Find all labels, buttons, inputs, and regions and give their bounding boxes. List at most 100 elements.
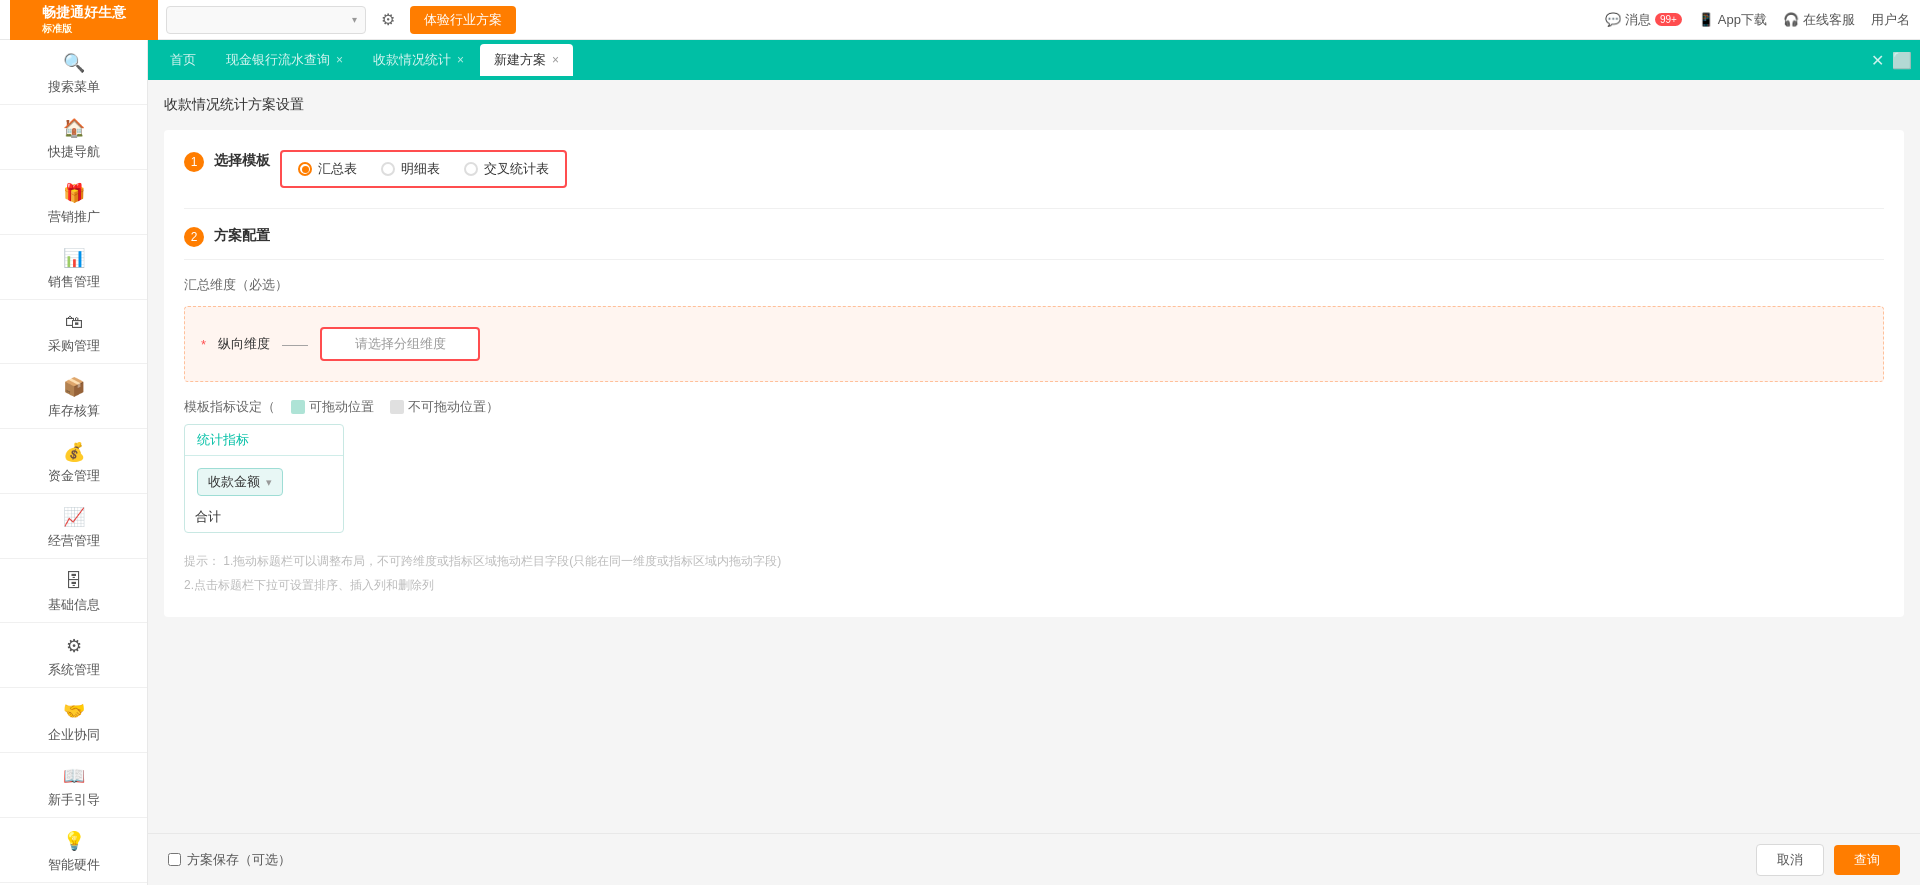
tab-bar-right: ✕ ⬜ bbox=[1871, 51, 1912, 70]
tab-bank-flow[interactable]: 现金银行流水查询 × bbox=[212, 44, 357, 76]
radio-label-summary: 汇总表 bbox=[318, 160, 357, 178]
step1-label: 选择模板 bbox=[214, 152, 270, 170]
hint-line-2: 2.点击标题栏下拉可设置排序、插入列和删除列 bbox=[184, 573, 1884, 597]
app-download-item[interactable]: 📱 App下载 bbox=[1698, 11, 1767, 29]
sidebar-item-hardware[interactable]: 💡 智能硬件 bbox=[0, 818, 147, 883]
indicators-section: 模板指标设定（ 可拖动位置 不可拖动位置） bbox=[184, 398, 1884, 533]
sidebar-item-label: 新手引导 bbox=[48, 791, 100, 809]
stat-tag-wrapper: 收款金额 ▾ bbox=[185, 462, 343, 502]
tab-label: 新建方案 bbox=[494, 51, 546, 69]
dim-row-label: 纵向维度 bbox=[218, 335, 270, 353]
step1-section: 1 选择模板 汇总表 明细表 交叉统计表 bbox=[184, 150, 1884, 188]
logo-sub: 标准版 bbox=[42, 22, 126, 36]
close-window-icon[interactable]: ✕ bbox=[1871, 51, 1884, 70]
radio-label-detail: 明细表 bbox=[401, 160, 440, 178]
sidebar-item-label: 智能硬件 bbox=[48, 856, 100, 874]
search-input-wrapper[interactable]: ▾ bbox=[166, 6, 366, 34]
message-icon: 💬 bbox=[1605, 12, 1621, 27]
template-options: 汇总表 明细表 交叉统计表 bbox=[280, 150, 567, 188]
save-option[interactable]: 方案保存（可选） bbox=[168, 851, 291, 869]
hint-line-1: 提示： 1.拖动标题栏可以调整布局，不可跨维度或指标区域拖动栏目字段(只能在同一… bbox=[184, 549, 1884, 573]
dim-select-button[interactable]: 请选择分组维度 bbox=[320, 327, 480, 361]
tab-close-icon[interactable]: × bbox=[552, 54, 559, 66]
sidebar: 🔍 搜索菜单 🏠 快捷导航 🎁 营销推广 📊 销售管理 🛍 采购管理 📦 库存核… bbox=[0, 40, 148, 885]
tab-bar: 首页 现金银行流水查询 × 收款情况统计 × 新建方案 × ✕ ⬜ bbox=[148, 40, 1920, 80]
step2-label: 方案配置 bbox=[214, 227, 270, 245]
notification-item[interactable]: 💬 消息 99+ bbox=[1605, 11, 1682, 29]
stat-total: 合计 bbox=[185, 502, 343, 532]
username[interactable]: 用户名 bbox=[1871, 11, 1910, 29]
sidebar-item-label: 搜索菜单 bbox=[48, 78, 100, 96]
online-service-label: 在线客服 bbox=[1803, 11, 1855, 29]
enterprise-icon: 🤝 bbox=[63, 700, 85, 722]
sidebar-item-guide[interactable]: 📖 新手引导 bbox=[0, 753, 147, 818]
sidebar-item-management[interactable]: 📈 经营管理 bbox=[0, 494, 147, 559]
main-card: 1 选择模板 汇总表 明细表 交叉统计表 bbox=[164, 130, 1904, 617]
radio-circle-summary bbox=[298, 162, 312, 176]
sidebar-item-system[interactable]: ⚙ 系统管理 bbox=[0, 623, 147, 688]
maximize-icon[interactable]: ⬜ bbox=[1892, 51, 1912, 70]
app-logo: 畅捷通好生意 标准版 bbox=[10, 0, 158, 40]
tab-close-icon[interactable]: × bbox=[457, 54, 464, 66]
stat-preview: 统计指标 收款金额 ▾ 合计 bbox=[184, 424, 344, 533]
page-title: 收款情况统计方案设置 bbox=[164, 96, 1904, 114]
tab-label: 收款情况统计 bbox=[373, 51, 451, 69]
service-icon: 🎧 bbox=[1783, 12, 1799, 27]
tab-new-plan[interactable]: 新建方案 × bbox=[480, 44, 573, 76]
step1-badge: 1 bbox=[184, 152, 204, 172]
header-right: 💬 消息 99+ 📱 App下载 🎧 在线客服 用户名 bbox=[1605, 11, 1910, 29]
sidebar-item-label: 经营管理 bbox=[48, 532, 100, 550]
drag-box-icon bbox=[291, 400, 305, 414]
sidebar-item-purchase[interactable]: 🛍 采购管理 bbox=[0, 300, 147, 364]
radio-detail[interactable]: 明细表 bbox=[381, 160, 440, 178]
chevron-down-icon: ▾ bbox=[266, 476, 272, 489]
save-label: 方案保存（可选） bbox=[187, 851, 291, 869]
home-icon: 🏠 bbox=[63, 117, 85, 139]
sidebar-item-marketing[interactable]: 🎁 营销推广 bbox=[0, 170, 147, 235]
hardware-icon: 💡 bbox=[63, 830, 85, 852]
gear-icon[interactable]: ⚙ bbox=[374, 6, 402, 34]
radio-circle-cross bbox=[464, 162, 478, 176]
search-dropdown-icon[interactable]: ▾ bbox=[352, 14, 357, 25]
tab-home[interactable]: 首页 bbox=[156, 44, 210, 76]
sales-icon: 📊 bbox=[63, 247, 85, 269]
stat-label-title: 统计指标 bbox=[185, 425, 343, 456]
notification-badge: 99+ bbox=[1655, 13, 1682, 26]
sidebar-item-label: 企业协同 bbox=[48, 726, 100, 744]
cancel-button[interactable]: 取消 bbox=[1756, 844, 1824, 876]
industry-button[interactable]: 体验行业方案 bbox=[410, 6, 516, 34]
radio-summary[interactable]: 汇总表 bbox=[298, 160, 357, 178]
tab-close-icon[interactable]: × bbox=[336, 54, 343, 66]
online-service-item[interactable]: 🎧 在线客服 bbox=[1783, 11, 1855, 29]
sidebar-item-basic-info[interactable]: 🗄 基础信息 bbox=[0, 559, 147, 623]
sidebar-item-inventory[interactable]: 📦 库存核算 bbox=[0, 364, 147, 429]
search-menu-icon: 🔍 bbox=[63, 52, 85, 74]
dim-row: * 纵向维度 —— 请选择分组维度 bbox=[201, 327, 1867, 361]
sidebar-item-finance[interactable]: 💰 资金管理 bbox=[0, 429, 147, 494]
tab-receipt-stats[interactable]: 收款情况统计 × bbox=[359, 44, 478, 76]
sidebar-item-enterprise[interactable]: 🤝 企业协同 bbox=[0, 688, 147, 753]
stat-tag[interactable]: 收款金额 ▾ bbox=[197, 468, 283, 496]
purchase-icon: 🛍 bbox=[65, 312, 83, 333]
sidebar-item-search[interactable]: 🔍 搜索菜单 bbox=[0, 40, 147, 105]
gift-icon: 🎁 bbox=[63, 182, 85, 204]
radio-cross[interactable]: 交叉统计表 bbox=[464, 160, 549, 178]
management-icon: 📈 bbox=[63, 506, 85, 528]
download-icon: 📱 bbox=[1698, 12, 1714, 27]
sidebar-item-sales[interactable]: 📊 销售管理 bbox=[0, 235, 147, 300]
sidebar-item-label: 采购管理 bbox=[48, 337, 100, 355]
notification-label: 消息 bbox=[1625, 11, 1651, 29]
app-download-label: App下载 bbox=[1718, 11, 1767, 29]
tab-label: 首页 bbox=[170, 51, 196, 69]
draggable-text: 可拖动位置 bbox=[309, 398, 374, 416]
sidebar-item-label: 库存核算 bbox=[48, 402, 100, 420]
search-input[interactable] bbox=[175, 13, 352, 27]
required-mark: * bbox=[201, 337, 206, 352]
sidebar-item-label: 营销推广 bbox=[48, 208, 100, 226]
sidebar-item-nav[interactable]: 🏠 快捷导航 bbox=[0, 105, 147, 170]
footer-left: 方案保存（可选） bbox=[168, 851, 291, 869]
save-checkbox[interactable] bbox=[168, 853, 181, 866]
sidebar-item-label: 资金管理 bbox=[48, 467, 100, 485]
non-draggable-label: 不可拖动位置） bbox=[390, 398, 499, 416]
query-button[interactable]: 查询 bbox=[1834, 845, 1900, 875]
